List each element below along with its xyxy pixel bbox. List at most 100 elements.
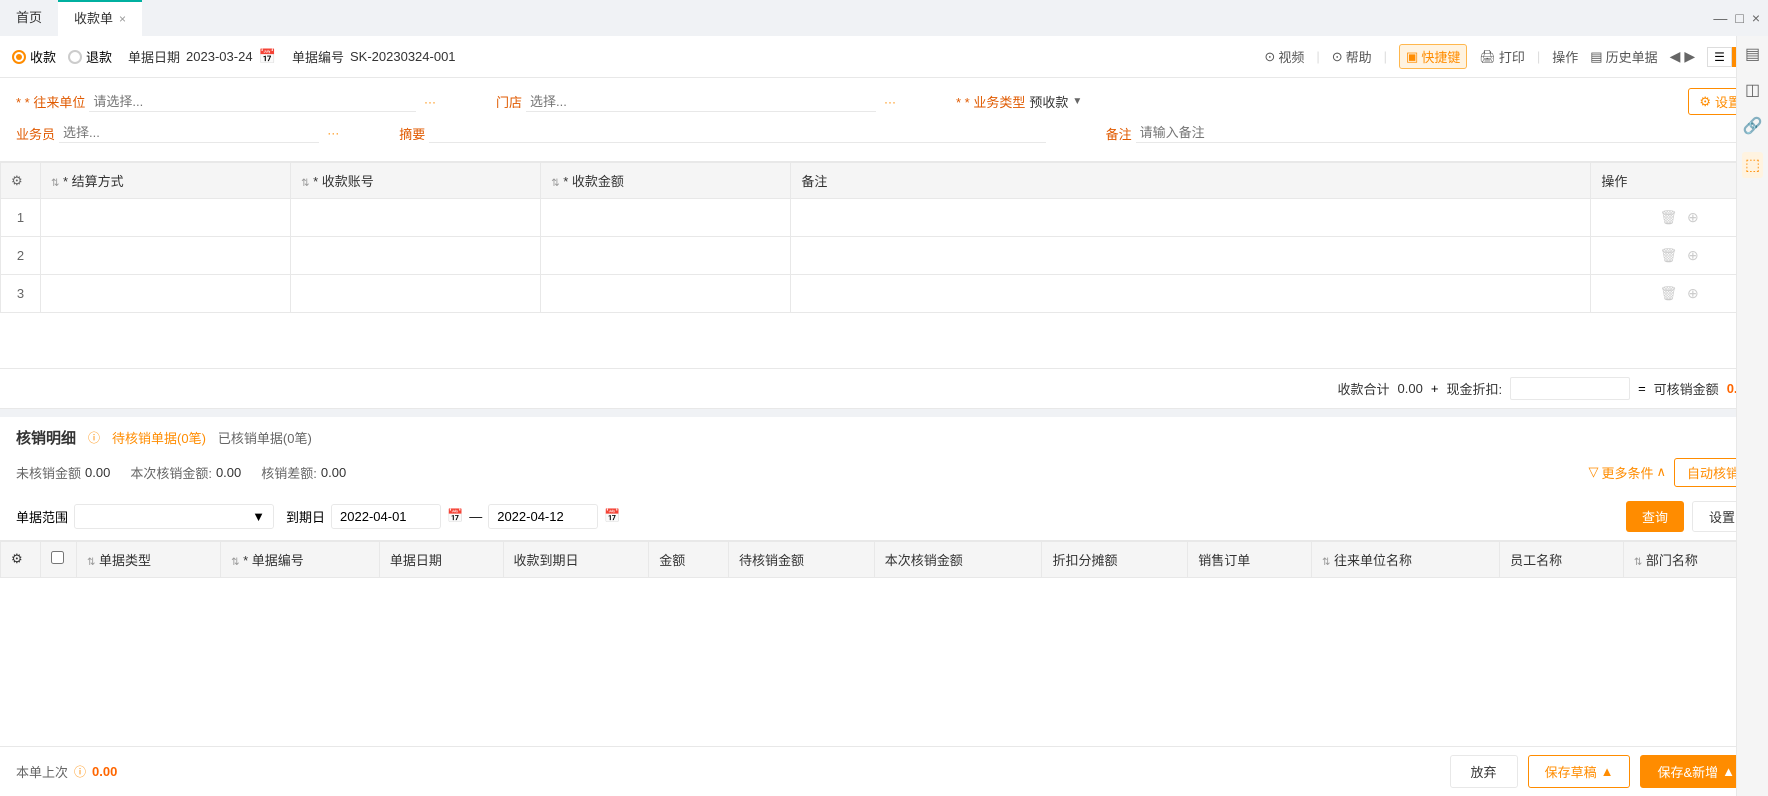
btn-operate[interactable]: 操作 xyxy=(1552,47,1578,66)
row-copy-icon-3[interactable]: ⊕ xyxy=(1687,285,1699,301)
btn-shortcut[interactable]: ▣ 快捷键 xyxy=(1399,44,1467,69)
due-date-start-input[interactable] xyxy=(331,504,441,529)
bt-col-pending-header: 待核销金额 xyxy=(728,541,874,577)
bt-gear-icon[interactable]: ⚙ xyxy=(11,551,23,566)
nav-next-icon[interactable]: ▶ xyxy=(1684,48,1695,65)
counterpart-input[interactable] xyxy=(89,92,416,112)
note-input[interactable] xyxy=(1136,123,1752,143)
tab-pending[interactable]: 待核销单据(0笔) xyxy=(112,428,206,447)
store-input[interactable] xyxy=(526,92,876,112)
plus-sign: + xyxy=(1431,381,1439,396)
row-account-3[interactable] xyxy=(291,275,541,313)
biz-type-select[interactable]: 预收款 ▼ xyxy=(1029,92,1082,111)
save-draft-arrow-icon[interactable]: ▲ xyxy=(1601,764,1614,779)
tab-receipt[interactable]: 收款单 × xyxy=(58,0,142,36)
row-delete-icon-2[interactable]: 🗑 xyxy=(1660,247,1678,263)
current-label: 本次核销金额: xyxy=(130,463,212,482)
more-conditions-button[interactable]: ▽ 更多条件 ∧ xyxy=(1588,463,1666,482)
summary-input[interactable] xyxy=(429,123,1045,143)
row-note-2[interactable] xyxy=(791,237,1591,275)
due-date-label: 到期日 xyxy=(286,507,325,526)
discount-input[interactable] xyxy=(1510,377,1630,400)
toolbar-right: ⊙ 视频 | ⊙ 帮助 | ▣ 快捷键 🖨 打印 | 操作 ▤ xyxy=(1264,44,1756,69)
window-close-icon[interactable]: × xyxy=(1752,10,1760,26)
stats-right: ▽ 更多条件 ∧ 自动核销 xyxy=(1588,458,1752,487)
row-num-2: 2 xyxy=(1,237,41,275)
tab-home[interactable]: 首页 xyxy=(0,0,58,36)
row-amount-2[interactable] xyxy=(541,237,791,275)
row-note-1[interactable] xyxy=(791,199,1591,237)
btn-history[interactable]: ▤ 历史单据 xyxy=(1590,47,1657,66)
row-account-1[interactable] xyxy=(291,199,541,237)
date-calendar-end-icon[interactable]: 📅 xyxy=(604,508,620,524)
sidebar-icon-1[interactable]: ▤ xyxy=(1745,44,1760,64)
footer-info-icon[interactable]: ⓘ xyxy=(74,763,86,780)
bt-select-all-checkbox[interactable] xyxy=(51,551,64,564)
filter-right: 查询 设置 xyxy=(1626,501,1752,532)
abandon-button[interactable]: 放弃 xyxy=(1450,755,1518,788)
btn-print[interactable]: 🖨 打印 xyxy=(1479,47,1525,66)
sales-more-icon[interactable]: ··· xyxy=(327,126,339,140)
radio-receipt[interactable]: 收款 xyxy=(12,47,56,66)
note-field: 备注 xyxy=(1106,123,1752,143)
sidebar-icon-3[interactable]: 🔗 xyxy=(1743,116,1763,136)
row-note-3[interactable] xyxy=(791,275,1591,313)
store-field: 门店 ··· xyxy=(496,92,896,112)
note-label: 备注 xyxy=(1106,124,1132,143)
sidebar-icon-4[interactable]: ⬚ xyxy=(1742,152,1763,178)
sidebar-icon-2[interactable]: ◫ xyxy=(1745,80,1760,100)
sep2: | xyxy=(1384,49,1387,64)
tab-done[interactable]: 已核销单据(0笔) xyxy=(218,428,312,447)
verify-info-icon[interactable]: ⓘ xyxy=(88,429,100,446)
row-amount-3[interactable] xyxy=(541,275,791,313)
table-gear-icon[interactable]: ⚙ xyxy=(11,173,23,188)
help-icon: ⊙ xyxy=(1332,49,1343,65)
current-value: 0.00 xyxy=(216,465,241,480)
btn-video[interactable]: ⊙ 视频 xyxy=(1264,47,1304,66)
footer: 本单上次 ⓘ 0.00 放弃 保存草稿 ▲ 保存&新增 ▲ xyxy=(0,746,1768,796)
print-icon: 🖨 xyxy=(1479,49,1496,65)
save-draft-button[interactable]: 保存草稿 ▲ xyxy=(1528,755,1631,788)
save-new-arrow-icon[interactable]: ▲ xyxy=(1722,764,1735,779)
date-calendar-icon[interactable]: 📅 xyxy=(259,48,276,65)
due-date-filter-field: 到期日 📅 — 📅 xyxy=(286,504,620,529)
view-list-btn[interactable]: ☰ xyxy=(1707,47,1732,67)
row-amount-1[interactable] xyxy=(541,199,791,237)
counterpart-more-icon[interactable]: ··· xyxy=(424,95,436,109)
current-stat: 本次核销金额: 0.00 xyxy=(130,463,241,482)
row-payment-3[interactable] xyxy=(41,275,291,313)
date-dash: — xyxy=(469,509,482,524)
row-copy-icon-1[interactable]: ⊕ xyxy=(1687,209,1699,225)
row-account-2[interactable] xyxy=(291,237,541,275)
row-copy-icon-2[interactable]: ⊕ xyxy=(1687,247,1699,263)
row-delete-icon-3[interactable]: 🗑 xyxy=(1660,285,1678,301)
bt-col-settings-header[interactable]: ⚙ xyxy=(1,541,41,577)
section-divider xyxy=(0,409,1768,417)
window-min-icon[interactable]: — xyxy=(1713,10,1727,26)
btn-help[interactable]: ⊙ 帮助 xyxy=(1332,47,1372,66)
receipt-table: ⚙ ⇅ * 结算方式 ⇅ * 收款账号 ⇅ * 收款金额 备注 xyxy=(0,162,1768,313)
save-new-label: 保存&新增 xyxy=(1657,762,1718,781)
due-date-end-input[interactable] xyxy=(488,504,598,529)
col-settings-header[interactable]: ⚙ xyxy=(1,163,41,199)
range-select[interactable]: ▼ xyxy=(74,504,274,529)
btn-video-label: 视频 xyxy=(1278,47,1304,66)
radio-refund[interactable]: 退款 xyxy=(68,47,112,66)
no-value[interactable]: SK-20230324-001 xyxy=(350,49,456,64)
row-payment-1[interactable] xyxy=(41,199,291,237)
row-payment-2[interactable] xyxy=(41,237,291,275)
row-delete-icon-1[interactable]: 🗑 xyxy=(1660,209,1678,225)
col-amount-header: ⇅ * 收款金额 xyxy=(541,163,791,199)
window-max-icon[interactable]: □ xyxy=(1735,10,1743,26)
equals-sign: = xyxy=(1638,381,1646,396)
tab-close-icon[interactable]: × xyxy=(119,1,126,37)
bt-col-checkbox-header[interactable] xyxy=(41,541,77,577)
store-more-icon[interactable]: ··· xyxy=(884,95,896,109)
date-calendar-start-icon[interactable]: 📅 xyxy=(447,508,463,524)
bt-col-employee-header: 员工名称 xyxy=(1500,541,1624,577)
date-value[interactable]: 2023-03-24 xyxy=(186,49,253,64)
sales-input[interactable] xyxy=(59,123,319,143)
query-button[interactable]: 查询 xyxy=(1626,501,1684,532)
nav-prev-icon[interactable]: ◀ xyxy=(1670,48,1681,65)
total-value: 0.00 xyxy=(1398,381,1423,396)
